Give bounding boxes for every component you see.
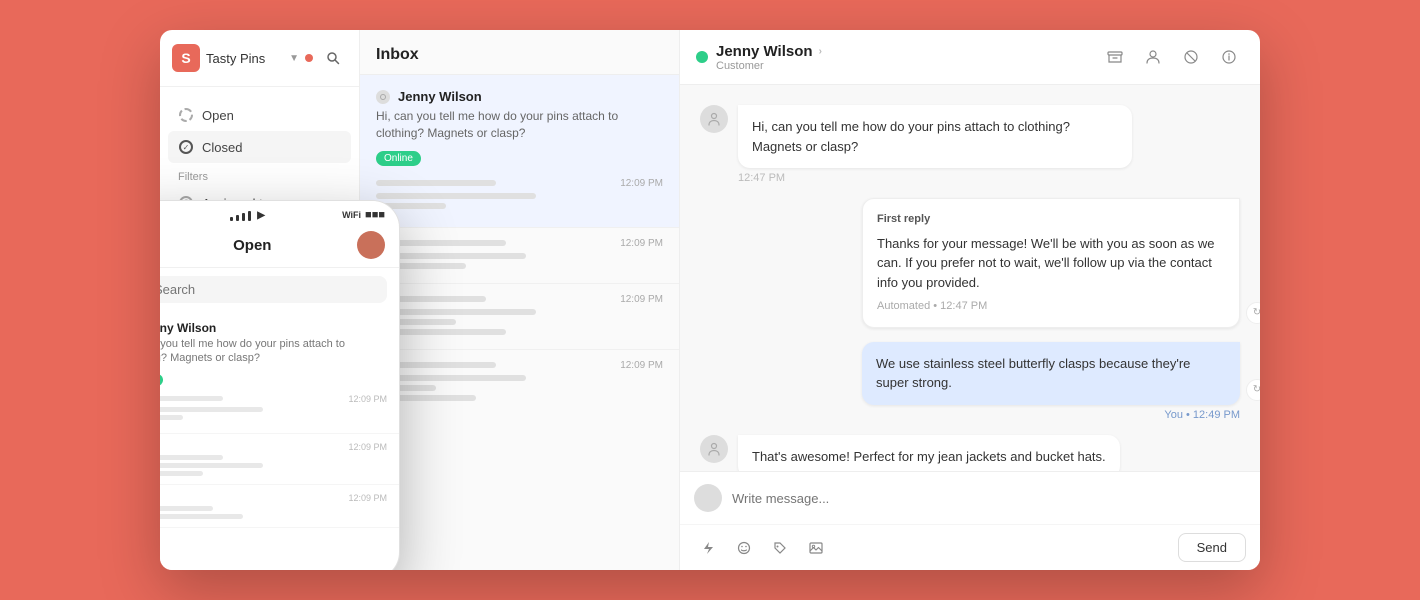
chat-msg-time-1: 12:47 PM <box>738 172 1132 184</box>
chat-toolbar-emoji-button[interactable] <box>730 534 758 562</box>
chat-action-block-button[interactable] <box>1176 42 1206 72</box>
chat-input-toolbar: Send <box>680 524 1260 570</box>
sidebar-filters-label: Filters <box>168 163 351 187</box>
chat-msg-text-2: That's awesome! Perfect for my jean jack… <box>752 449 1106 464</box>
phone-mini-conv-1[interactable]: 12:09 PM <box>160 434 399 485</box>
sidebar-item-open[interactable]: Open <box>168 99 351 131</box>
chat-message-outgoing-1: We use stainless steel butterfly clasps … <box>862 342 1240 421</box>
chat-msg-refresh-button-1[interactable]: ↻ <box>1246 302 1260 324</box>
phone-msg-rows: 12:09 PM <box>160 394 387 420</box>
inbox-online-badge: Online <box>376 151 421 166</box>
chat-msg-avatar-2 <box>700 435 728 463</box>
chat-messages: Hi, can you tell me how do your pins att… <box>680 85 1260 471</box>
inbox-row-group-3: 12:09 PM <box>360 350 679 415</box>
chat-msg-avatar-1 <box>700 105 728 133</box>
chat-input-user-avatar <box>694 484 722 512</box>
chat-input-top <box>680 472 1260 524</box>
chat-msg-bubble-you: We use stainless steel butterfly clasps … <box>862 342 1240 405</box>
sidebar-status-dot <box>305 54 313 62</box>
inbox-conv-preview: Hi, can you tell me how do your pins att… <box>376 108 663 142</box>
sidebar-header: S Tasty Pins ▼ <box>160 30 359 87</box>
chat-input-area: Send <box>680 471 1260 570</box>
inbox-row-group-2: 12:09 PM <box>360 284 679 350</box>
phone-title: Open <box>160 237 357 254</box>
sidebar-search-button[interactable] <box>319 44 347 72</box>
chat-message-incoming-1: Hi, can you tell me how do your pins att… <box>700 105 1132 184</box>
inbox-conversation-jenny[interactable]: Jenny Wilson Hi, can you tell me how do … <box>360 75 679 228</box>
phone-conv-header: Jenny Wilson <box>160 321 387 335</box>
sidebar-open-label: Open <box>202 108 234 123</box>
chat-msg-text-1: Hi, can you tell me how do your pins att… <box>752 119 1070 154</box>
chat-header-role: Customer <box>716 60 1092 72</box>
phone-online-badge: Online <box>160 374 163 386</box>
chat-header-name: Jenny Wilson › <box>716 43 1092 60</box>
sidebar-workspace-label: Tasty Pins <box>206 51 283 66</box>
chat-msg-automated-label: First reply <box>877 211 1225 228</box>
open-icon <box>178 107 194 123</box>
phone-conv-preview: Hi, can you tell me how do your pins att… <box>160 337 387 366</box>
inbox-conv-name: Jenny Wilson <box>398 89 482 104</box>
inbox-conv-avatar <box>376 90 390 104</box>
chat-msg-outgoing-inner: We use stainless steel butterfly clasps … <box>862 342 1240 421</box>
chat-msg-automated-inner: First reply Thanks for your message! We'… <box>862 198 1240 328</box>
chat-name-text: Jenny Wilson <box>716 43 813 60</box>
chat-msg-refresh-button-2[interactable]: ↻ <box>1246 379 1260 401</box>
sidebar-dropdown-arrow: ▼ <box>289 53 299 64</box>
inbox-header: Inbox <box>360 30 679 75</box>
inbox-conv-header: Jenny Wilson <box>376 89 663 104</box>
phone-signal: ▶ <box>230 210 265 221</box>
chat-header-actions <box>1100 42 1244 72</box>
main-container: 12:22 ▶ WiFi ■■■ ☰ Open 🔍 <box>160 30 1260 570</box>
chat-msg-text-you: We use stainless steel butterfly clasps … <box>876 356 1190 391</box>
phone-status-bar: 12:22 ▶ WiFi ■■■ <box>160 201 399 225</box>
chat-message-automated: First reply Thanks for your message! We'… <box>862 198 1240 328</box>
chat-toolbar-lightning-button[interactable] <box>694 534 722 562</box>
chat-msg-you-footer: You • 12:49 PM <box>862 409 1240 421</box>
sidebar-closed-label: Closed <box>202 140 242 155</box>
phone-search-input[interactable] <box>160 282 377 297</box>
inbox-title: Inbox <box>376 46 419 63</box>
phone-conversation-item[interactable]: Jenny Wilson Hi, can you tell me how do … <box>160 311 399 434</box>
inbox-msg-rows: 12:09 PM <box>376 178 663 209</box>
phone-conv-name: Jenny Wilson <box>160 321 216 335</box>
closed-icon: ✓ <box>178 139 194 155</box>
chat-send-button[interactable]: Send <box>1178 533 1246 562</box>
chat-header: Jenny Wilson › Customer <box>680 30 1260 85</box>
phone-battery: ■■■ <box>365 209 385 221</box>
chat-header-online-dot <box>696 51 708 63</box>
inbox-panel: Inbox Jenny Wilson Hi, can you tell me h… <box>360 30 680 570</box>
inbox-row-group-1: 12:09 PM <box>360 228 679 284</box>
chat-action-user-button[interactable] <box>1138 42 1168 72</box>
phone-overlay: 12:22 ▶ WiFi ■■■ ☰ Open 🔍 <box>160 200 400 570</box>
chat-toolbar-tag-button[interactable] <box>766 534 794 562</box>
chat-message-input[interactable] <box>732 491 1246 506</box>
chat-area: Jenny Wilson › Customer <box>680 30 1260 570</box>
phone-mini-conv-2[interactable]: 12:09 PM <box>160 485 399 528</box>
chat-msg-automated-text: Thanks for your message! We'll be with y… <box>877 236 1215 290</box>
chat-msg-automated-footer: Automated • 12:47 PM <box>877 298 1225 315</box>
chat-msg-bubble-incoming-2: That's awesome! Perfect for my jean jack… <box>738 435 1120 472</box>
chat-action-archive-button[interactable] <box>1100 42 1130 72</box>
chat-msg-bubble-incoming-1: Hi, can you tell me how do your pins att… <box>738 105 1132 184</box>
chat-name-chevron-icon: › <box>819 46 822 57</box>
chat-msg-bubble-automated: First reply Thanks for your message! We'… <box>862 198 1240 328</box>
chat-toolbar-image-button[interactable] <box>802 534 830 562</box>
sidebar-logo: S <box>172 44 200 72</box>
chat-action-info-button[interactable] <box>1214 42 1244 72</box>
phone-user-avatar <box>357 231 385 259</box>
phone-header: ☰ Open <box>160 225 399 268</box>
sidebar-item-closed[interactable]: ✓ Closed <box>168 131 351 163</box>
phone-search-bar[interactable]: 🔍 <box>160 276 387 303</box>
chat-message-incoming-2: That's awesome! Perfect for my jean jack… <box>700 435 1132 472</box>
chat-header-info: Jenny Wilson › Customer <box>716 43 1092 72</box>
